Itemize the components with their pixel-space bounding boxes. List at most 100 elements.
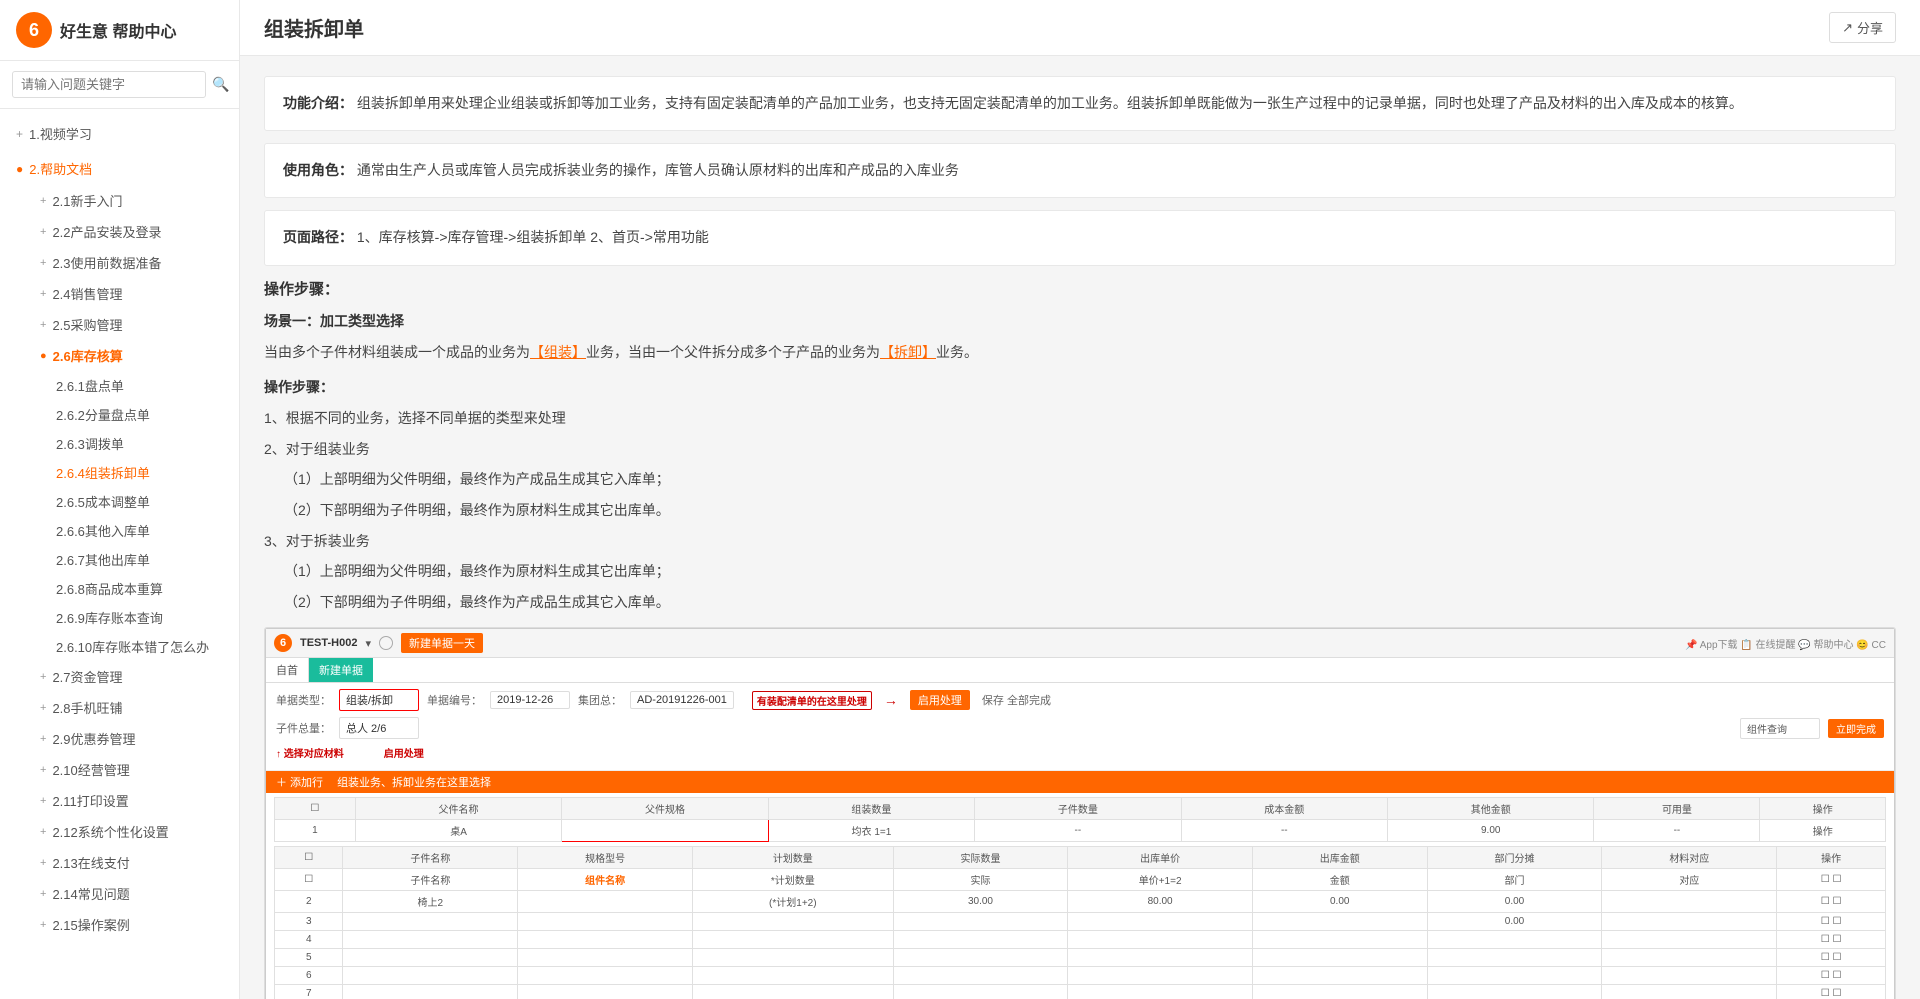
share-button[interactable]: ↗ 分享 [1829,12,1896,43]
intro-text: 组装拆卸单用来处理企业组装或拆卸等加工业务，支持有固定装配清单的产品加工业务，也… [357,95,1743,111]
plus-icon-2-11: + [40,795,46,807]
step3-2: （2）下部明细为子件明细，最终作为产成品生成其它入库单。 [284,589,1896,616]
sidebar-item-2-12[interactable]: + 2.12系统个性化设置 [24,816,239,847]
sidebar-item-label: 1.视频学习 [29,124,92,143]
path-block: 页面路径： 1、库存核算->库存管理->组装拆卸单 2、首页->常用功能 [264,210,1896,265]
sidebar-item-2-6-9[interactable]: 2.6.9库存账本查询 [40,603,239,632]
plus-icon-2-2: + [40,226,46,238]
ops-section: 操作步骤： 场景一：加工类型选择 当由多个子件材料组装成一个成品的业务为【组装】… [264,278,1896,999]
sim-form-row-2: 子件总量： 总人 2/6 组件查询 立即完成 [276,717,1884,739]
sidebar: 6 好生意 帮助中心 🔍 + 1.视频学习 ● 2.帮助文档 + 2.1新手入门 [0,0,240,999]
scenario-title: 场景一：加工类型选择 [264,311,1896,331]
sim-doc-type[interactable]: 组装/拆卸 [339,689,419,711]
sidebar-item-2-14[interactable]: + 2.14常见问题 [24,878,239,909]
sidebar-item-video[interactable]: + 1.视频学习 [0,117,239,150]
sim-sub-table-area: ☐ 子件名称 规格型号 计划数量 实际数量 出库单价 出库金额 部门分摊 材料对… [266,846,1894,999]
th-cost-amt: 成本金额 [1181,798,1387,820]
search-button[interactable]: 🔍 [212,76,229,93]
plus-icon-2-1: + [40,195,46,207]
sidebar-item-2-2[interactable]: + 2.2产品安装及登录 [24,216,239,247]
sim-main-tabs: 自首 新建单据 [266,658,1894,683]
step2: 2、对于组装业务 [264,436,1896,463]
sim-new-btn[interactable]: 新建单据一天 [401,633,483,653]
sidebar-item-2-4[interactable]: + 2.4销售管理 [24,278,239,309]
sim-group: AD-20191226-001 [630,691,734,709]
sidebar-item-2-11[interactable]: + 2.11打印设置 [24,785,239,816]
sim-upper-table: ☐ 父件名称 父件规格 组装数量 子件数量 成本金额 其他金额 可用量 操作 [274,797,1886,842]
plus-icon: + [16,127,23,141]
role-label: 使用角色： [283,162,353,178]
minus-icon-2-6: ● [40,350,47,362]
sidebar-item-2-6-4[interactable]: 2.6.4组装拆卸单 [40,458,239,487]
sub-name-cell: 组件名称 [518,869,693,891]
nav-section-video: + 1.视频学习 [0,117,239,150]
sidebar-item-2-8[interactable]: + 2.8手机旺铺 [24,692,239,723]
plus-icon-2-4: + [40,288,46,300]
minus-icon: ● [16,162,23,176]
sidebar-item-2-6-7[interactable]: 2.6.7其他出库单 [40,545,239,574]
path-text: 1、库存核算->库存管理->组装拆卸单 2、首页->常用功能 [357,229,709,245]
sim-refresh-icon [379,636,393,650]
annotation3: 组装业务、拆卸业务在这里选择 [337,774,491,790]
table-row: 3 0.00 ☐ ☐ [275,913,1886,931]
sim-add-row-icon[interactable]: ＋ 添加行 [276,774,323,790]
search-input[interactable] [12,71,206,98]
sidebar-item-2-10[interactable]: + 2.10经营管理 [24,754,239,785]
th-parent-name: 父件名称 [355,798,561,820]
annotation2-area: ↑ 选择对应材料 启用处理 [276,745,1884,760]
sim-confirm-btn[interactable]: 立即完成 [1828,719,1884,738]
role-block: 使用角色： 通常由生产人员或库管人员完成拆装业务的操作，库管人员确认原材料的出库… [264,143,1896,198]
sidebar-item-label: 2.帮助文档 [29,159,92,178]
sim-tab-new[interactable]: 新建单据 [309,658,373,682]
sim-logo: 6 [274,634,292,652]
ops-title: 操作步骤： [264,278,1896,299]
logo-area: 6 好生意 帮助中心 [0,0,239,61]
sidebar-item-2-6-8[interactable]: 2.6.8商品成本重算 [40,574,239,603]
sidebar-item-2-6-3[interactable]: 2.6.3调拨单 [40,429,239,458]
plus-icon-2-10: + [40,764,46,776]
sidebar-item-2-5[interactable]: + 2.5采购管理 [24,309,239,340]
sidebar-nav: + 1.视频学习 ● 2.帮助文档 + 2.1新手入门 + 2.2产品安装及登录 [0,109,239,999]
sim-launch-btn[interactable]: 启用处理 [910,690,970,710]
step2-1: （1）上部明细为父件明细，最终作为产成品生成其它入库单； [284,466,1896,493]
help-subnav: + 2.1新手入门 + 2.2产品安装及登录 + 2.3使用前数据准备 + 2.… [0,185,239,940]
plus-icon-2-3: + [40,257,46,269]
sidebar-item-2-15[interactable]: + 2.15操作案例 [24,909,239,940]
sidebar-item-2-6[interactable]: ● 2.6库存核算 [24,340,239,371]
sidebar-item-2-6-1[interactable]: 2.6.1盘点单 [40,371,239,400]
sidebar-item-2-1[interactable]: + 2.1新手入门 [24,185,239,216]
page-title: 组装拆卸单 [264,13,364,42]
sidebar-item-2-6-2[interactable]: 2.6.2分量盘点单 [40,400,239,429]
sidebar-item-2-7[interactable]: + 2.7资金管理 [24,661,239,692]
link-assemble: 【组装】 [530,344,586,360]
sim-type-bar: ＋ 添加行 组装业务、拆卸业务在这里选择 [266,771,1894,793]
sim-tab-home[interactable]: 自首 [266,658,309,682]
sim-lower-table: ☐ 子件名称 规格型号 计划数量 实际数量 出库单价 出库金额 部门分摊 材料对… [274,846,1886,999]
role-text: 通常由生产人员或库管人员完成拆装业务的操作，库管人员确认原材料的出库和产成品的入… [357,162,959,178]
sim-table-area: ☐ 父件名称 父件规格 组装数量 子件数量 成本金额 其他金额 可用量 操作 [266,793,1894,846]
step1: 1、根据不同的业务，选择不同单据的类型来处理 [264,405,1896,432]
app-name: 好生意 帮助中心 [60,18,176,42]
sidebar-item-2-3[interactable]: + 2.3使用前数据准备 [24,247,239,278]
main-area: 组装拆卸单 ↗ 分享 功能介绍： 组装拆卸单用来处理企业组装或拆卸等加工业务，支… [240,0,1920,999]
sim-select-material[interactable]: 组件查询 [1740,718,1820,739]
sidebar-item-2-13[interactable]: + 2.13在线支付 [24,847,239,878]
sim-form-row-1: 单据类型： 组装/拆卸 单据编号： 2019-12-26 集团总： AD-201… [276,689,1884,711]
th-ops: 操作 [1760,798,1886,820]
sidebar-item-2-9[interactable]: + 2.9优惠券管理 [24,723,239,754]
table-row: 1 桌A 均衣 1=1 -- -- 9.00 -- 操作 [275,820,1886,842]
plus-icon-2-9: + [40,733,46,745]
sidebar-item-2-6-10[interactable]: 2.6.10库存账本错了怎么办 [40,632,239,661]
sidebar-item-help[interactable]: ● 2.帮助文档 [0,152,239,185]
logo-icon: 6 [16,12,52,48]
plus-icon-2-5: + [40,319,46,331]
intro-label: 功能介绍： [283,95,353,111]
sidebar-item-2-6-6[interactable]: 2.6.6其他入库单 [40,516,239,545]
step2-2: （2）下部明细为子件明细，最终作为原材料生成其它出库单。 [284,497,1896,524]
sidebar-item-2-6-5[interactable]: 2.6.5成本调整单 [40,487,239,516]
share-icon: ↗ [1842,20,1853,36]
plus-icon-2-15: + [40,919,46,931]
spec-input-cell[interactable] [562,820,768,842]
plus-icon-2-14: + [40,888,46,900]
nav-section-help: ● 2.帮助文档 + 2.1新手入门 + 2.2产品安装及登录 + 2.3使用前… [0,152,239,940]
